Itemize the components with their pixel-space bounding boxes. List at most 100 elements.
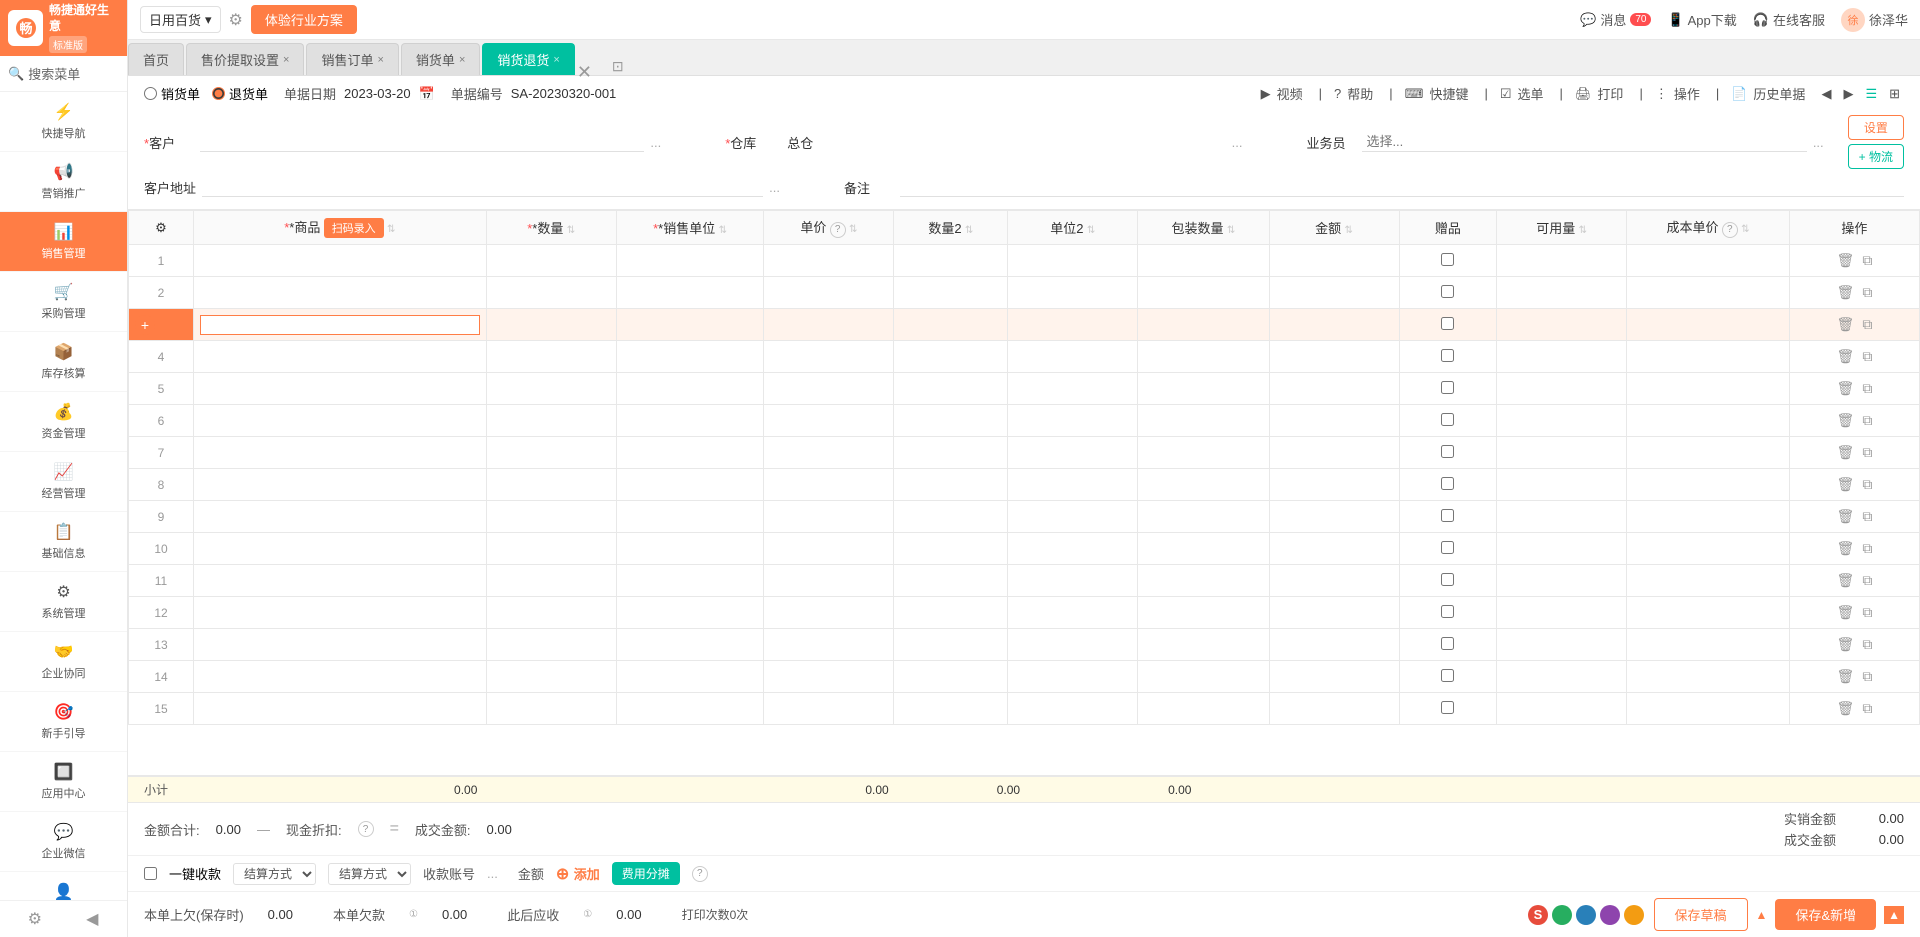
pkgqty-cell[interactable] bbox=[1138, 309, 1269, 341]
gift-cell[interactable] bbox=[1399, 309, 1497, 341]
delete-row-button[interactable]: 🗑 bbox=[1835, 314, 1857, 335]
sidebar-item-basic[interactable]: 📋 基础信息 bbox=[0, 512, 127, 572]
delete-row-button[interactable]: 🗑 bbox=[1835, 442, 1857, 463]
goods-cell[interactable] bbox=[194, 469, 487, 501]
goods-cell[interactable] bbox=[194, 597, 487, 629]
tab-sales-order[interactable]: 销售订单 × bbox=[306, 43, 398, 75]
gift-cell[interactable] bbox=[1399, 597, 1497, 629]
settings-button[interactable]: 设置 bbox=[1848, 115, 1904, 140]
radio-return[interactable]: 退货单 bbox=[212, 84, 268, 103]
delete-row-button[interactable]: 🗑 bbox=[1835, 250, 1857, 271]
gift-checkbox[interactable] bbox=[1441, 381, 1454, 394]
delete-row-button[interactable]: 🗑 bbox=[1835, 474, 1857, 495]
gift-cell[interactable] bbox=[1399, 501, 1497, 533]
delete-row-button[interactable]: 🗑 bbox=[1835, 570, 1857, 591]
delete-row-button[interactable]: 🗑 bbox=[1835, 282, 1857, 303]
gift-checkbox[interactable] bbox=[1441, 253, 1454, 266]
add-payment-button[interactable]: ⊕ 添加 bbox=[556, 864, 600, 884]
delete-row-button[interactable]: 🗑 bbox=[1835, 698, 1857, 719]
sidebar-item-wechat[interactable]: 💬 企业微信 bbox=[0, 812, 127, 872]
save-new-button[interactable]: 保存&新增 bbox=[1775, 899, 1876, 930]
sort-amount-icon[interactable]: ⇅ bbox=[1345, 225, 1353, 236]
sort-avail-icon[interactable]: ⇅ bbox=[1579, 225, 1587, 236]
goods-cell[interactable] bbox=[194, 501, 487, 533]
close-tab-button[interactable]: ✕ bbox=[569, 62, 600, 83]
app-download-item[interactable]: 📱 App下载 bbox=[1667, 10, 1736, 29]
gift-cell[interactable] bbox=[1399, 469, 1497, 501]
user-profile[interactable]: 徐 徐泽华 bbox=[1841, 8, 1908, 32]
gift-cell[interactable] bbox=[1399, 245, 1497, 277]
goods-cell[interactable] bbox=[194, 245, 487, 277]
tab-price-settings-close[interactable]: × bbox=[283, 54, 289, 66]
fees-help-icon[interactable]: ? bbox=[692, 866, 708, 882]
delete-row-button[interactable]: 🗑 bbox=[1835, 634, 1857, 655]
copy-row-button[interactable]: ⧉ bbox=[1860, 250, 1874, 271]
sidebar-item-sales[interactable]: 📊 销售管理 bbox=[0, 212, 127, 272]
sidebar-search[interactable]: 🔍 搜索菜单 bbox=[0, 56, 127, 92]
action-help[interactable]: ? 帮助 bbox=[1330, 84, 1381, 103]
account-dots[interactable]: ... bbox=[487, 866, 498, 881]
radio-sale-input[interactable] bbox=[144, 87, 157, 100]
gift-cell[interactable] bbox=[1399, 661, 1497, 693]
delete-row-button[interactable]: 🗑 bbox=[1835, 666, 1857, 687]
copy-row-button[interactable]: ⧉ bbox=[1860, 506, 1874, 527]
qty2-cell[interactable] bbox=[894, 309, 1008, 341]
goods-cell[interactable] bbox=[194, 341, 487, 373]
sort-pkgqty-icon[interactable]: ⇅ bbox=[1227, 225, 1235, 236]
copy-row-button[interactable]: ⧉ bbox=[1860, 538, 1874, 559]
copy-row-button[interactable]: ⧉ bbox=[1860, 442, 1874, 463]
copy-row-button[interactable]: ⧉ bbox=[1860, 474, 1874, 495]
add-row-button[interactable]: + bbox=[135, 315, 155, 335]
messages-item[interactable]: 💬 消息 70 bbox=[1580, 10, 1651, 29]
warehouse-dots[interactable]: ... bbox=[1232, 135, 1243, 150]
nav-next[interactable]: ▶ bbox=[1839, 86, 1857, 102]
unit2-cell[interactable] bbox=[1008, 309, 1138, 341]
action-history[interactable]: 📄 历史单据 bbox=[1727, 84, 1813, 103]
sidebar-item-shortcuts[interactable]: ⚡ 快捷导航 bbox=[0, 92, 127, 152]
amount-cell[interactable] bbox=[1269, 309, 1399, 341]
sidebar-item-marketing[interactable]: 📢 营销推广 bbox=[0, 152, 127, 212]
payment-method-select[interactable]: 结算方式 bbox=[233, 863, 316, 885]
delete-row-button[interactable]: 🗑 bbox=[1835, 346, 1857, 367]
gift-checkbox[interactable] bbox=[1441, 349, 1454, 362]
goods-cell[interactable] bbox=[194, 277, 487, 309]
address-input[interactable] bbox=[202, 177, 763, 197]
sort-unit-icon[interactable]: ⇅ bbox=[719, 225, 727, 236]
gift-checkbox[interactable] bbox=[1441, 701, 1454, 714]
radio-return-input[interactable] bbox=[212, 87, 225, 100]
delete-row-button[interactable]: 🗑 bbox=[1835, 506, 1857, 527]
gift-checkbox[interactable] bbox=[1441, 509, 1454, 522]
qty-cell[interactable] bbox=[486, 309, 616, 341]
sort-goods-icon[interactable]: ⇅ bbox=[387, 224, 395, 235]
tab-sales-delivery-close[interactable]: × bbox=[459, 54, 465, 66]
copy-row-button[interactable]: ⧉ bbox=[1860, 410, 1874, 431]
delete-row-button[interactable]: 🗑 bbox=[1835, 378, 1857, 399]
sort-qty2-icon[interactable]: ⇅ bbox=[965, 225, 973, 236]
gift-cell[interactable] bbox=[1399, 437, 1497, 469]
copy-row-button[interactable]: ⧉ bbox=[1860, 346, 1874, 367]
sort-price-icon[interactable]: ⇅ bbox=[849, 224, 857, 235]
copy-row-button[interactable]: ⧉ bbox=[1860, 666, 1874, 687]
goods-cell[interactable] bbox=[194, 405, 487, 437]
sort-cost-icon[interactable]: ⇅ bbox=[1741, 224, 1749, 235]
copy-row-button[interactable]: ⧉ bbox=[1860, 314, 1874, 335]
collapse-button[interactable]: ◀ bbox=[66, 909, 120, 929]
logistics-button[interactable]: + 物流 bbox=[1848, 144, 1904, 169]
price-info-icon[interactable]: ? bbox=[830, 222, 846, 238]
gift-checkbox[interactable] bbox=[1441, 413, 1454, 426]
salesperson-dots[interactable]: ... bbox=[1813, 135, 1824, 150]
action-print[interactable]: 🖨 打印 bbox=[1571, 84, 1632, 103]
customer-dots[interactable]: ... bbox=[650, 135, 661, 150]
gift-checkbox[interactable] bbox=[1441, 605, 1454, 618]
copy-row-button[interactable]: ⧉ bbox=[1860, 634, 1874, 655]
gift-cell[interactable] bbox=[1399, 277, 1497, 309]
trial-button[interactable]: 体验行业方案 bbox=[251, 5, 357, 34]
sidebar-item-member[interactable]: 👤 畅会员 bbox=[0, 872, 127, 900]
fees-split-button[interactable]: 费用分摊 bbox=[612, 862, 680, 885]
cash-discount-help-icon[interactable]: ? bbox=[358, 821, 374, 837]
goods-cell[interactable] bbox=[194, 565, 487, 597]
action-shortcuts[interactable]: ⌨ 快捷键 bbox=[1401, 84, 1477, 103]
gift-cell[interactable] bbox=[1399, 373, 1497, 405]
address-dots[interactable]: ... bbox=[769, 180, 780, 195]
goods-cell[interactable] bbox=[194, 309, 487, 341]
